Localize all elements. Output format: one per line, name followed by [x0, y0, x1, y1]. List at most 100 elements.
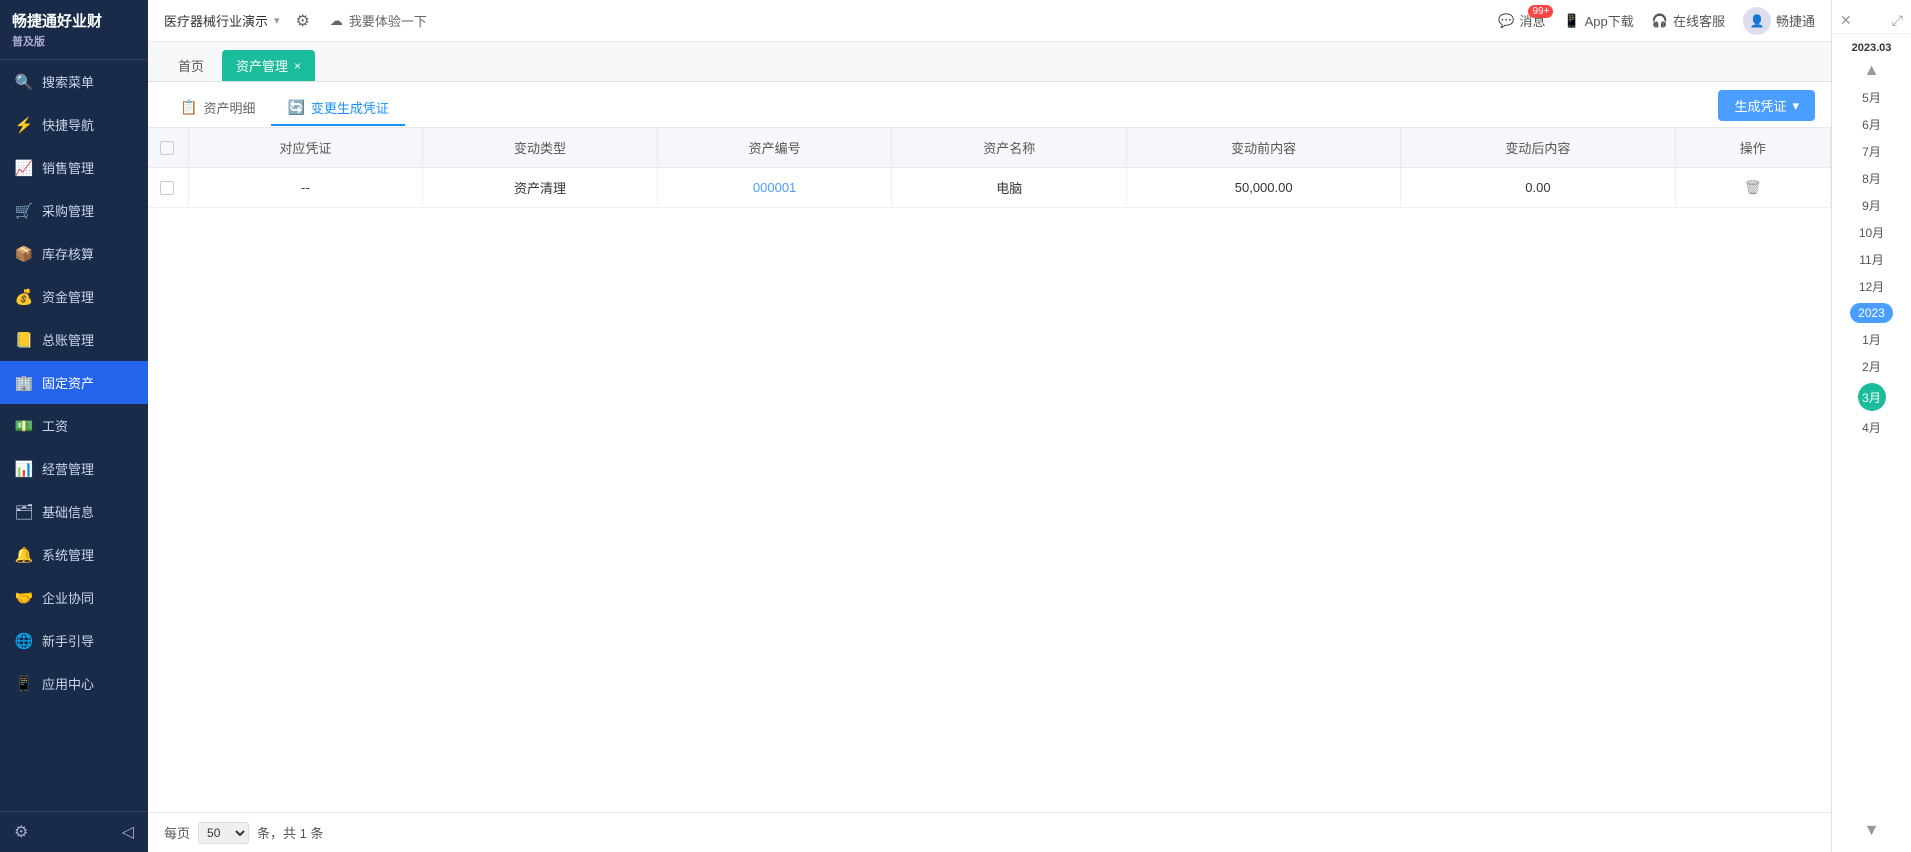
quicknav-icon: ⚡: [14, 116, 34, 134]
topbar-settings-icon[interactable]: ⚙: [296, 11, 310, 31]
sidebar-item-base[interactable]: 🗂基础信息: [0, 490, 148, 533]
generate-label: 生成凭证: [1734, 96, 1786, 115]
cell-after: 0.00: [1401, 168, 1675, 208]
data-table: 对应凭证 变动类型 资产编号 资产名称 变动前内容 变动后内容 操作 -- 资产…: [148, 128, 1831, 208]
sidebar-logo: 畅捷通好业财 普及版: [0, 0, 148, 60]
service-button[interactable]: 🎧 在线客服: [1652, 11, 1725, 30]
collab-icon: 🤝: [14, 589, 34, 607]
month-item-5[interactable]: 5月: [1832, 84, 1911, 111]
tab-close-icon[interactable]: ×: [294, 59, 301, 73]
month-item-6[interactable]: 6月: [1832, 111, 1911, 138]
month-item-10[interactable]: 10月: [1832, 219, 1911, 246]
sidebar: 畅捷通好业财 普及版 🔍搜索菜单 ⚡ 快捷导航 📈 销售管理 🛒采购管理 📦 库存核算 💰资金管…: [0, 0, 148, 852]
ledger-icon: 📒: [14, 331, 34, 349]
col-before: 变动前内容: [1127, 128, 1401, 168]
month-item-12[interactable]: 12月: [1832, 273, 1911, 300]
fixed-icon: 🏢: [14, 374, 34, 392]
company-name: 医疗器械行业演示: [164, 11, 268, 30]
col-change-type: 变动类型: [423, 128, 658, 168]
sidebar-label-collab: 企业协同: [42, 588, 94, 607]
col-voucher: 对应凭证: [188, 128, 423, 168]
company-selector[interactable]: 医疗器械行业演示 ▾: [164, 11, 280, 30]
select-all-checkbox[interactable]: [160, 141, 174, 155]
month-item-current-3[interactable]: 3月: [1858, 383, 1886, 411]
sidebar-item-inventory[interactable]: 📦 库存核算: [0, 232, 148, 275]
sub-tab-asset-detail[interactable]: 📋 资产明细: [164, 91, 271, 126]
nav-down-icon[interactable]: ▼: [1832, 818, 1911, 844]
cell-change-type: 资产清理: [423, 168, 658, 208]
tab-label: 资产管理: [236, 56, 288, 75]
month-item-2023-2[interactable]: 2月: [1832, 353, 1911, 380]
month-item-9[interactable]: 9月: [1832, 192, 1911, 219]
month-item-2023-1[interactable]: 1月: [1832, 326, 1911, 353]
search-icon: 🔍: [14, 73, 34, 91]
sidebar-label-sales: 销售管理: [42, 158, 94, 177]
sidebar-item-search[interactable]: 🔍搜索菜单: [0, 60, 148, 103]
month-item-8[interactable]: 8月: [1832, 165, 1911, 192]
total-label: 条，共 1 条: [257, 823, 323, 842]
tab-home[interactable]: 首页: [164, 50, 218, 81]
right-panel: ✕ ⤢ 2023.03 ▲ 5月6月7月8月9月10月11月12月20231月2…: [1831, 0, 1911, 852]
col-op: 操作: [1675, 128, 1830, 168]
month-item-2023-4[interactable]: 4月: [1832, 414, 1911, 441]
sidebar-item-quicknav[interactable]: ⚡ 快捷导航: [0, 103, 148, 146]
sidebar-label-business: 经营管理: [42, 459, 94, 478]
messages-button[interactable]: 💬 消息 99+: [1498, 11, 1545, 30]
sidebar-item-business[interactable]: 📊经营管理: [0, 447, 148, 490]
sub-tabs: 📋 资产明细 🔄 变更生成凭证 生成凭证 ▾: [148, 82, 1831, 128]
right-panel-expand-icon[interactable]: ⤢: [1892, 12, 1903, 29]
sales-icon: 📈: [14, 159, 34, 177]
sidebar-item-apps[interactable]: 📱 应用中心: [0, 662, 148, 705]
year-2023: 2023: [1850, 303, 1893, 323]
col-asset-code: 资产编号: [657, 128, 892, 168]
sidebar-nav: 🔍搜索菜单 ⚡ 快捷导航 📈 销售管理 🛒采购管理 📦 库存核算 💰资金管理📒总账管理🏢固定资产…: [0, 60, 148, 811]
guide-icon: 🌐: [14, 632, 34, 650]
cell-before: 50,000.00: [1127, 168, 1401, 208]
sidebar-item-guide[interactable]: 🌐 新手引导: [0, 619, 148, 662]
sidebar-label-quicknav: 快捷导航: [42, 115, 94, 134]
tabs-bar: 首页 资产管理 ×: [148, 42, 1831, 82]
sidebar-label-guide: 新手引导: [42, 631, 94, 650]
sidebar-item-sales[interactable]: 📈 销售管理: [0, 146, 148, 189]
tab-asset-management[interactable]: 资产管理 ×: [222, 50, 315, 81]
month-item-7[interactable]: 7月: [1832, 138, 1911, 165]
download-icon: 📱: [1563, 13, 1579, 29]
inventory-icon: 📦: [14, 245, 34, 263]
table-container: 对应凭证 变动类型 资产编号 资产名称 变动前内容 变动后内容 操作 -- 资产…: [148, 128, 1831, 812]
sidebar-item-fixed[interactable]: 🏢固定资产: [0, 361, 148, 404]
generate-voucher-button[interactable]: 生成凭证 ▾: [1718, 90, 1815, 121]
sidebar-label-base: 基础信息: [42, 502, 94, 521]
right-panel-scroll: 5月6月7月8月9月10月11月12月 2023 1月2月 3月 4月: [1832, 84, 1911, 818]
sidebar-item-system[interactable]: 🔔系统管理: [0, 533, 148, 576]
collapse-icon[interactable]: ◁: [122, 822, 134, 842]
month-item-11[interactable]: 11月: [1832, 246, 1911, 273]
sidebar-label-apps: 应用中心: [42, 674, 94, 693]
logo-title: 畅捷通好业财: [12, 10, 136, 31]
download-button[interactable]: 📱 App下载: [1563, 11, 1633, 30]
cloud-icon: ☁: [330, 13, 343, 29]
sub-tab-label-2: 变更生成凭证: [311, 98, 389, 117]
sidebar-item-collab[interactable]: 🤝 企业协同: [0, 576, 148, 619]
trial-button[interactable]: ☁ 我要体验一下: [330, 11, 427, 30]
col-after: 变动后内容: [1401, 128, 1675, 168]
sidebar-item-salary[interactable]: 💵工资: [0, 404, 148, 447]
system-icon: 🔔: [14, 546, 34, 564]
logo-sub: 普及版: [12, 33, 136, 49]
sidebar-item-ledger[interactable]: 📒总账管理: [0, 318, 148, 361]
user-profile[interactable]: 👤 畅捷通: [1743, 7, 1815, 35]
per-page-select[interactable]: 10 20 50 100: [198, 822, 249, 844]
sidebar-item-purchase[interactable]: 🛒采购管理: [0, 189, 148, 232]
sidebar-label-inventory: 库存核算: [42, 244, 94, 263]
right-panel-close-icon[interactable]: ✕: [1840, 12, 1852, 29]
sub-tab-generate-voucher[interactable]: 🔄 变更生成凭证: [271, 91, 404, 126]
row-checkbox[interactable]: [160, 181, 174, 195]
settings-icon[interactable]: ⚙: [14, 822, 28, 842]
trial-label: 我要体验一下: [349, 11, 427, 30]
apps-icon: 📱: [14, 675, 34, 693]
content-area: 📋 资产明细 🔄 变更生成凭证 生成凭证 ▾ 对应凭证: [148, 82, 1831, 852]
sidebar-item-funds[interactable]: 💰资金管理: [0, 275, 148, 318]
sidebar-label-purchase: 采购管理: [42, 201, 94, 220]
delete-button[interactable]: 🗑: [1744, 179, 1762, 195]
nav-up-icon[interactable]: ▲: [1832, 58, 1911, 84]
avatar: 👤: [1743, 7, 1771, 35]
